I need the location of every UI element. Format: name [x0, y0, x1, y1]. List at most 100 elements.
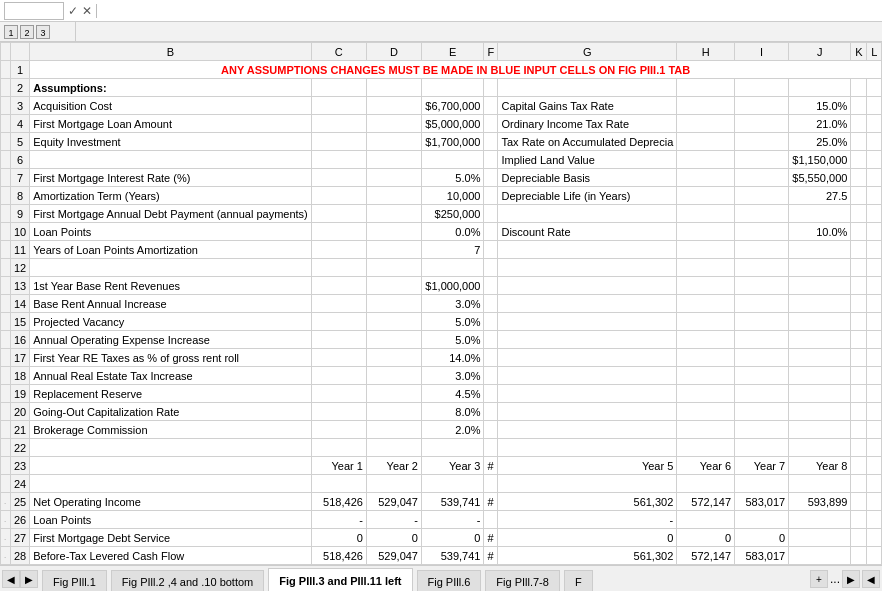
cell-B14[interactable]: Base Rent Annual Increase — [30, 295, 312, 313]
cell-H13[interactable] — [677, 277, 735, 295]
cell-L21[interactable] — [867, 421, 882, 439]
cell-H7[interactable] — [677, 169, 735, 187]
cell-C22[interactable] — [311, 439, 366, 457]
cell-C18[interactable] — [311, 367, 366, 385]
cell-K14[interactable] — [851, 295, 867, 313]
cell-I4[interactable] — [735, 115, 789, 133]
cell-C17[interactable] — [311, 349, 366, 367]
cell-B21[interactable]: Brokerage Commission — [30, 421, 312, 439]
cell-E20[interactable]: 8.0% — [421, 403, 483, 421]
cell-J5[interactable]: 25.0% — [789, 133, 851, 151]
cell-D28[interactable]: 529,047 — [366, 547, 421, 565]
level-1-btn[interactable]: 1 — [4, 25, 18, 39]
cell-L24[interactable] — [867, 475, 882, 493]
cell-K4[interactable] — [851, 115, 867, 133]
cell-L25[interactable] — [867, 493, 882, 511]
x-icon[interactable]: ✕ — [82, 4, 92, 18]
tab-ellipsis[interactable]: ... — [830, 572, 840, 586]
cell-C24[interactable] — [311, 475, 366, 493]
cell-L2[interactable] — [867, 79, 882, 97]
cell-C6[interactable] — [311, 151, 366, 169]
cell-G25[interactable]: 561,302 — [498, 493, 677, 511]
cell-D7[interactable] — [366, 169, 421, 187]
cell-C11[interactable] — [311, 241, 366, 259]
cell-K16[interactable] — [851, 331, 867, 349]
cell-B10[interactable]: Loan Points — [30, 223, 312, 241]
cell-K19[interactable] — [851, 385, 867, 403]
cell-C20[interactable] — [311, 403, 366, 421]
cell-K17[interactable] — [851, 349, 867, 367]
cell-G7[interactable]: Depreciable Basis — [498, 169, 677, 187]
cell-F26[interactable] — [484, 511, 498, 529]
cell-G28[interactable]: 561,302 — [498, 547, 677, 565]
cell-I17[interactable] — [735, 349, 789, 367]
cell-H16[interactable] — [677, 331, 735, 349]
cell-I24[interactable] — [735, 475, 789, 493]
cell-H25[interactable]: 572,147 — [677, 493, 735, 511]
cell-D8[interactable] — [366, 187, 421, 205]
cell-J10[interactable]: 10.0% — [789, 223, 851, 241]
cell-I12[interactable] — [735, 259, 789, 277]
cell-B6[interactable] — [30, 151, 312, 169]
cell-D14[interactable] — [366, 295, 421, 313]
cell-D12[interactable] — [366, 259, 421, 277]
level-3-btn[interactable]: 3 — [36, 25, 50, 39]
cell-H12[interactable] — [677, 259, 735, 277]
cell-J2[interactable] — [789, 79, 851, 97]
cell-H14[interactable] — [677, 295, 735, 313]
cell-H24[interactable] — [677, 475, 735, 493]
cell-F17[interactable] — [484, 349, 498, 367]
cell-B9[interactable]: First Mortgage Annual Debt Payment (annu… — [30, 205, 312, 223]
col-header-d[interactable]: D — [366, 43, 421, 61]
cell-E27[interactable]: 0 — [421, 529, 483, 547]
cell-K27[interactable] — [851, 529, 867, 547]
cell-I13[interactable] — [735, 277, 789, 295]
cell-J13[interactable] — [789, 277, 851, 295]
cell-F8[interactable] — [484, 187, 498, 205]
cell-H21[interactable] — [677, 421, 735, 439]
cell-C14[interactable] — [311, 295, 366, 313]
cell-G16[interactable] — [498, 331, 677, 349]
cell-G9[interactable] — [498, 205, 677, 223]
cell-C8[interactable] — [311, 187, 366, 205]
formula-input[interactable] — [105, 2, 878, 20]
cell-H8[interactable] — [677, 187, 735, 205]
cell-L9[interactable] — [867, 205, 882, 223]
cell-D24[interactable] — [366, 475, 421, 493]
cell-C12[interactable] — [311, 259, 366, 277]
cell-L22[interactable] — [867, 439, 882, 457]
check-icon[interactable]: ✓ — [68, 4, 78, 18]
cell-H4[interactable] — [677, 115, 735, 133]
cell-K22[interactable] — [851, 439, 867, 457]
cell-F11[interactable] — [484, 241, 498, 259]
cell-F4[interactable] — [484, 115, 498, 133]
cell-D25[interactable]: 529,047 — [366, 493, 421, 511]
col-header-l[interactable]: L — [867, 43, 882, 61]
cell-I27[interactable]: 0 — [735, 529, 789, 547]
cell-C16[interactable] — [311, 331, 366, 349]
cell-H28[interactable]: 572,147 — [677, 547, 735, 565]
cell-E24[interactable] — [421, 475, 483, 493]
cell-H26[interactable] — [677, 511, 735, 529]
cell-G14[interactable] — [498, 295, 677, 313]
cell-C19[interactable] — [311, 385, 366, 403]
cell-K2[interactable] — [851, 79, 867, 97]
cell-B3[interactable]: Acquisition Cost — [30, 97, 312, 115]
cell-L11[interactable] — [867, 241, 882, 259]
cell-I28[interactable]: 583,017 — [735, 547, 789, 565]
cell-J14[interactable] — [789, 295, 851, 313]
cell-D4[interactable] — [366, 115, 421, 133]
tab-nav-left[interactable]: ◀ — [2, 570, 20, 588]
cell-B27[interactable]: First Mortgage Debt Service — [30, 529, 312, 547]
cell-E16[interactable]: 5.0% — [421, 331, 483, 349]
cell-I5[interactable] — [735, 133, 789, 151]
cell-G23[interactable]: Year 5 — [498, 457, 677, 475]
cell-K5[interactable] — [851, 133, 867, 151]
cell-L18[interactable] — [867, 367, 882, 385]
cell-G8[interactable]: Depreciable Life (in Years) — [498, 187, 677, 205]
cell-J18[interactable] — [789, 367, 851, 385]
tab-item-0[interactable]: Fig PIll.1 — [42, 570, 107, 592]
cell-L4[interactable] — [867, 115, 882, 133]
cell-D5[interactable] — [366, 133, 421, 151]
cell-K7[interactable] — [851, 169, 867, 187]
